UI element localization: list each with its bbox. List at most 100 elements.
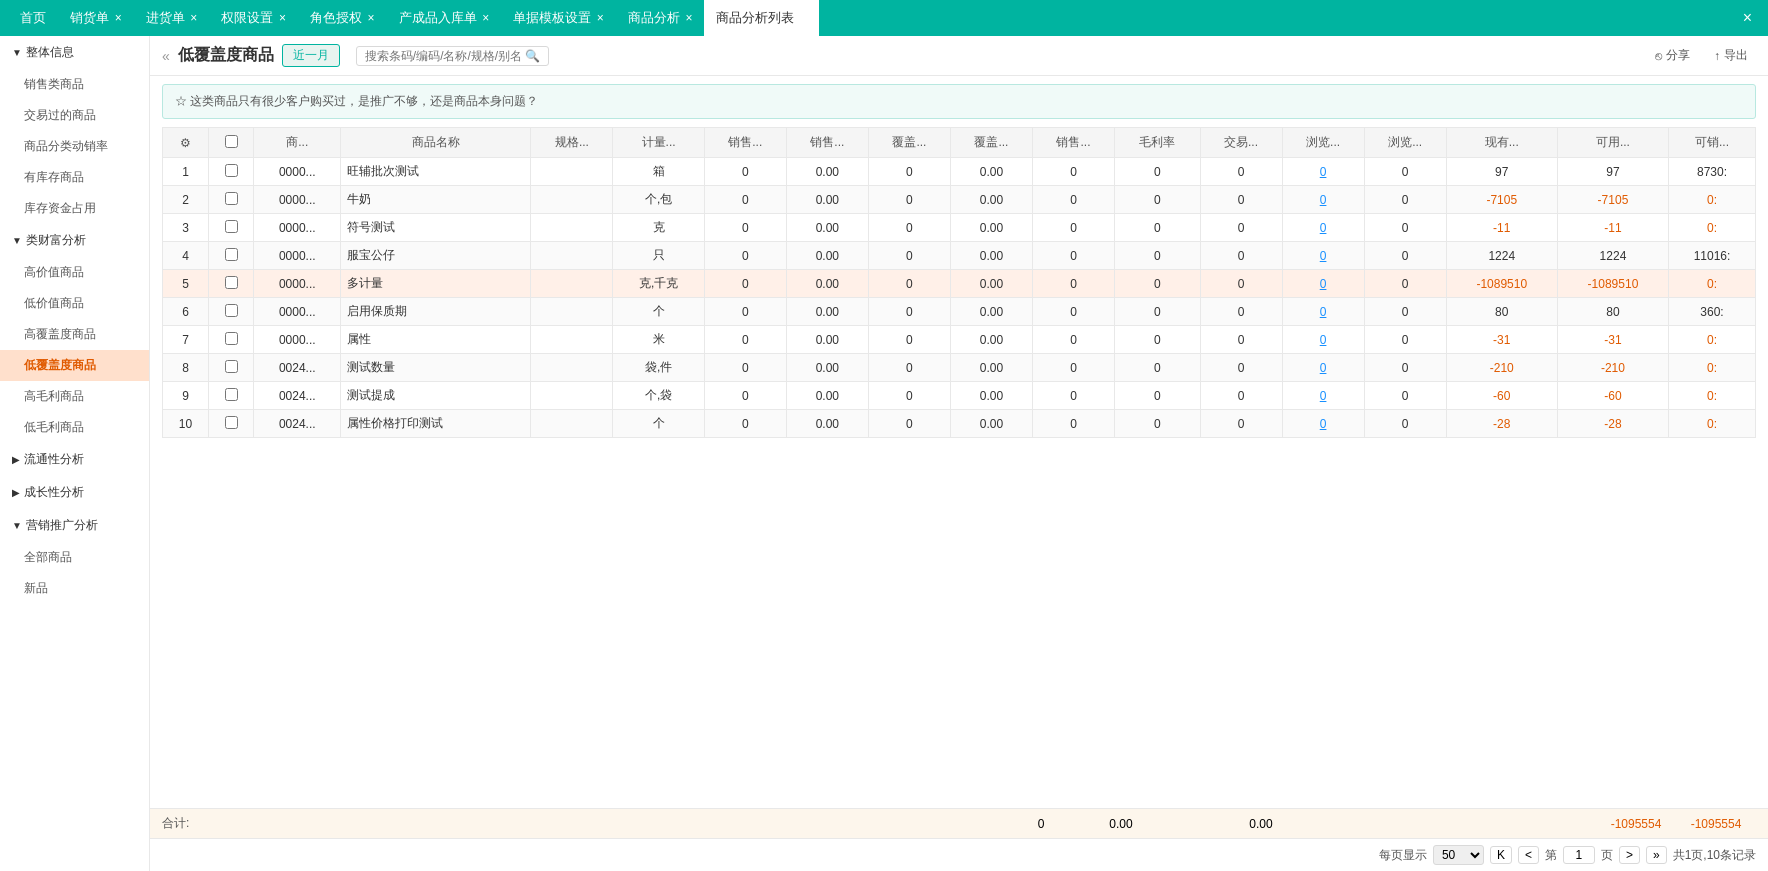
col-sales-other[interactable]: 销售... (1032, 128, 1114, 158)
row-checkbox[interactable] (209, 242, 254, 270)
row-checkbox[interactable] (209, 410, 254, 438)
row-browse1[interactable]: 0 (1282, 410, 1364, 438)
row-sales-other: 0 (1032, 326, 1114, 354)
sidebar-item-low-coverage[interactable]: 低覆盖度商品 (0, 350, 149, 381)
nav-product-analysis[interactable]: 商品分析 × (616, 0, 705, 36)
sidebar-item-category-rate[interactable]: 商品分类动销率 (0, 131, 149, 162)
col-settings[interactable]: ⚙ (163, 128, 209, 158)
nav-roles-close[interactable]: × (368, 11, 375, 25)
col-sales-qty[interactable]: 销售... (704, 128, 786, 158)
row-name[interactable]: 测试提成 (341, 382, 531, 410)
page-size-select[interactable]: 20 50 100 200 (1433, 845, 1484, 865)
col-saleable[interactable]: 可销... (1669, 128, 1756, 158)
row-name[interactable]: 符号测试 (341, 214, 531, 242)
share-button[interactable]: ⎋ 分享 (1647, 47, 1698, 64)
export-button[interactable]: ↑ 导出 (1706, 47, 1756, 64)
row-checkbox[interactable] (209, 158, 254, 186)
nav-permissions[interactable]: 权限设置 × (209, 0, 298, 36)
window-close-button[interactable]: × (1735, 9, 1760, 27)
row-name[interactable]: 服宝公仔 (341, 242, 531, 270)
row-checkbox[interactable] (209, 270, 254, 298)
nav-product-analysis-list[interactable]: 商品分析列表 × (704, 0, 819, 36)
search-input[interactable] (365, 49, 525, 63)
row-browse1[interactable]: 0 (1282, 326, 1364, 354)
col-code[interactable]: 商... (254, 128, 341, 158)
row-checkbox[interactable] (209, 326, 254, 354)
date-filter-button[interactable]: 近一月 (282, 44, 340, 67)
col-trade[interactable]: 交易... (1200, 128, 1282, 158)
nav-product-analysis-list-close[interactable]: × (800, 11, 807, 25)
page-number-input[interactable] (1563, 846, 1595, 864)
search-icon[interactable]: 🔍 (525, 49, 540, 63)
nav-inventory[interactable]: 产成品入库单 × (387, 0, 502, 36)
row-checkbox[interactable] (209, 214, 254, 242)
row-browse1[interactable]: 0 (1282, 158, 1364, 186)
row-name[interactable]: 测试数量 (341, 354, 531, 382)
nav-purchase[interactable]: 进货单 × (134, 0, 210, 36)
row-browse1[interactable]: 0 (1282, 382, 1364, 410)
nav-permissions-close[interactable]: × (279, 11, 286, 25)
row-name[interactable]: 多计量 (341, 270, 531, 298)
row-browse1[interactable]: 0 (1282, 242, 1364, 270)
col-coverage2[interactable]: 覆盖... (950, 128, 1032, 158)
nav-purchase-close[interactable]: × (190, 11, 197, 25)
sidebar-item-all-goods[interactable]: 全部商品 (0, 542, 149, 573)
sidebar-item-low-value[interactable]: 低价值商品 (0, 288, 149, 319)
sidebar-section-liquidity[interactable]: ▶ 流通性分析 (0, 443, 149, 476)
sidebar-item-stocked-goods[interactable]: 有库存商品 (0, 162, 149, 193)
row-checkbox[interactable] (209, 382, 254, 410)
collapse-sidebar-button[interactable]: « (162, 48, 170, 64)
row-name[interactable]: 属性 (341, 326, 531, 354)
col-checkbox[interactable] (209, 128, 254, 158)
row-checkbox[interactable] (209, 354, 254, 382)
sidebar-item-high-coverage[interactable]: 高覆盖度商品 (0, 319, 149, 350)
sidebar-section-wealth[interactable]: ▼ 类财富分析 (0, 224, 149, 257)
row-checkbox[interactable] (209, 186, 254, 214)
row-no: 2 (163, 186, 209, 214)
nav-sales-close[interactable]: × (115, 11, 122, 25)
row-name[interactable]: 牛奶 (341, 186, 531, 214)
nav-template-close[interactable]: × (597, 11, 604, 25)
col-unit[interactable]: 计量... (613, 128, 704, 158)
sidebar-item-high-margin[interactable]: 高毛利商品 (0, 381, 149, 412)
nav-template[interactable]: 单据模板设置 × (501, 0, 616, 36)
row-name[interactable]: 启用保质期 (341, 298, 531, 326)
row-browse1[interactable]: 0 (1282, 270, 1364, 298)
table-wrapper[interactable]: ⚙ 商... 商品名称 规格... 计量... 销售... 销售... 覆盖..… (150, 127, 1768, 808)
first-page-button[interactable]: K (1490, 846, 1512, 864)
col-sales-amt[interactable]: 销售... (786, 128, 868, 158)
sidebar-item-low-margin[interactable]: 低毛利商品 (0, 412, 149, 443)
last-page-button[interactable]: » (1646, 846, 1667, 864)
col-current-stock[interactable]: 现有... (1446, 128, 1557, 158)
col-name[interactable]: 商品名称 (341, 128, 531, 158)
sidebar-item-high-value[interactable]: 高价值商品 (0, 257, 149, 288)
select-all-checkbox[interactable] (225, 135, 238, 148)
nav-home[interactable]: 首页 (8, 0, 58, 36)
nav-roles[interactable]: 角色授权 × (298, 0, 387, 36)
sidebar-section-growth[interactable]: ▶ 成长性分析 (0, 476, 149, 509)
col-coverage1[interactable]: 覆盖... (868, 128, 950, 158)
col-available-stock[interactable]: 可用... (1557, 128, 1668, 158)
nav-inventory-close[interactable]: × (482, 11, 489, 25)
nav-product-analysis-close[interactable]: × (685, 11, 692, 25)
col-gross-margin[interactable]: 毛利率 (1115, 128, 1201, 158)
row-browse1[interactable]: 0 (1282, 186, 1364, 214)
sidebar-section-overall[interactable]: ▼ 整体信息 (0, 36, 149, 69)
sidebar-item-traded-goods[interactable]: 交易过的商品 (0, 100, 149, 131)
sidebar-item-new-goods[interactable]: 新品 (0, 573, 149, 604)
row-browse1[interactable]: 0 (1282, 298, 1364, 326)
sidebar-item-inventory-fund[interactable]: 库存资金占用 (0, 193, 149, 224)
row-name[interactable]: 属性价格打印测试 (341, 410, 531, 438)
sidebar-section-marketing[interactable]: ▼ 营销推广分析 (0, 509, 149, 542)
col-browse1[interactable]: 浏览... (1282, 128, 1364, 158)
col-spec[interactable]: 规格... (531, 128, 613, 158)
row-checkbox[interactable] (209, 298, 254, 326)
row-name[interactable]: 旺辅批次测试 (341, 158, 531, 186)
row-browse1[interactable]: 0 (1282, 354, 1364, 382)
prev-page-button[interactable]: < (1518, 846, 1539, 864)
row-browse1[interactable]: 0 (1282, 214, 1364, 242)
sidebar-item-sales-goods[interactable]: 销售类商品 (0, 69, 149, 100)
next-page-button[interactable]: > (1619, 846, 1640, 864)
nav-sales[interactable]: 销货单 × (58, 0, 134, 36)
col-browse2[interactable]: 浏览... (1364, 128, 1446, 158)
